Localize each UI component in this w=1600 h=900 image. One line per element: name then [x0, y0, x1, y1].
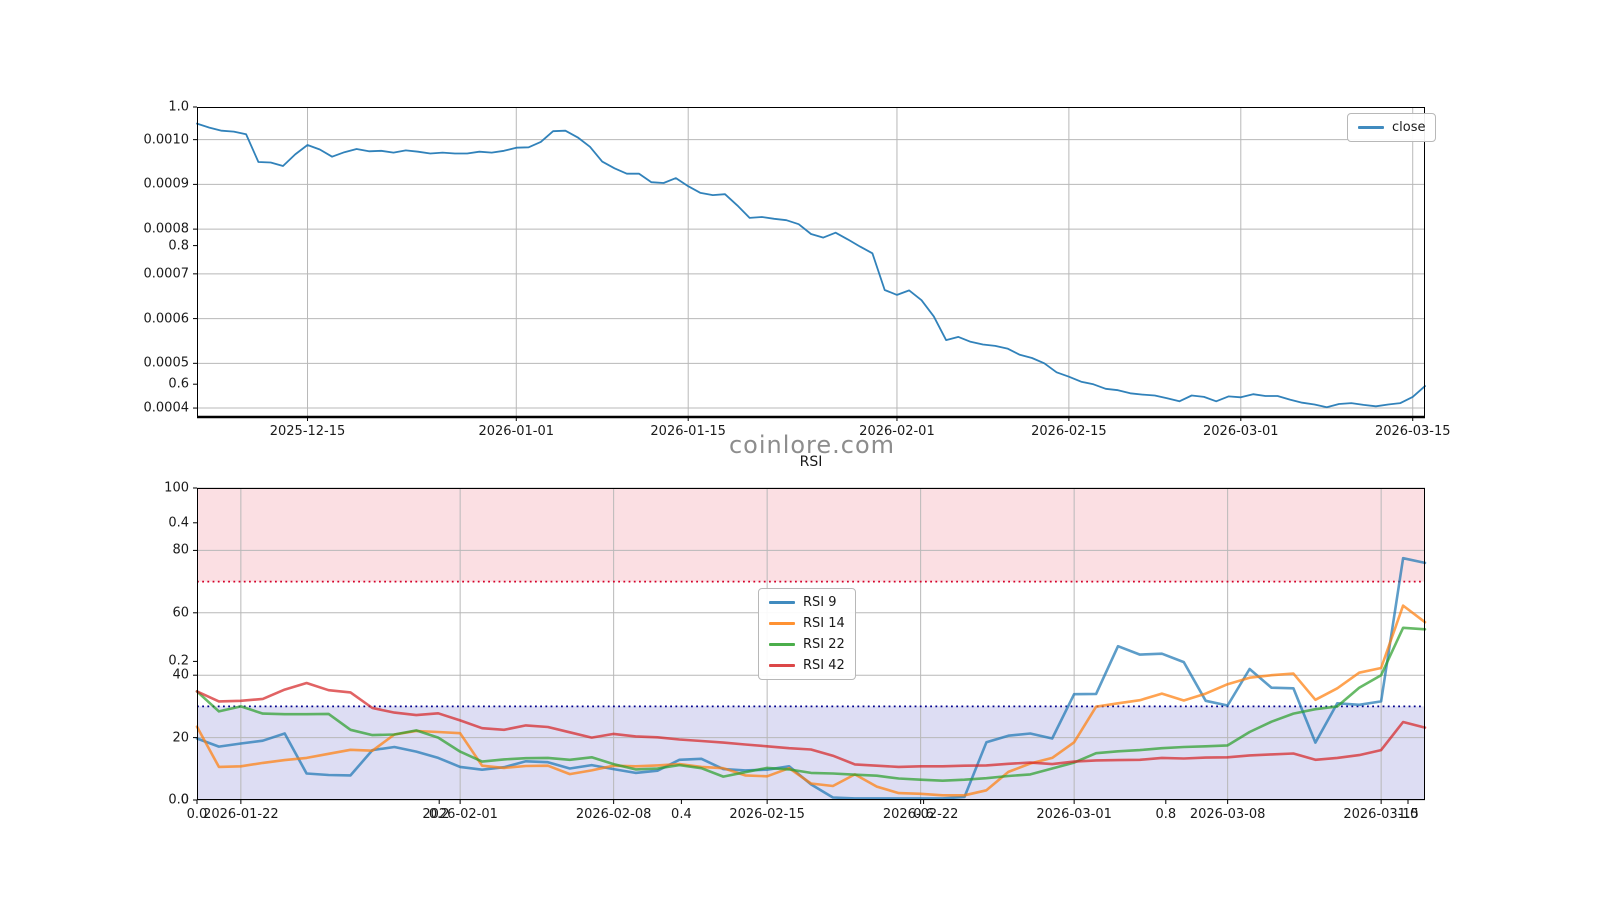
x-tick-label: 2026-03-15 — [1374, 424, 1451, 439]
y-tick-label: 40 — [172, 667, 189, 683]
close-line-swatch — [1358, 126, 1384, 129]
y-tick-label: 0.0009 — [143, 176, 190, 192]
x-tick-label: 2026-01-15 — [650, 424, 726, 439]
y-tick-label: 0.0005 — [143, 355, 190, 371]
legend-label-rsi22: RSI 22 — [803, 637, 845, 652]
legend-item-close: close — [1358, 120, 1425, 135]
overlay-x-tick-label: 0.8 — [1155, 807, 1177, 822]
y-tick-label: 0.0004 — [143, 400, 190, 416]
overlay-x-tick-label: 1.0 — [1397, 807, 1419, 822]
x-tick-label: 2026-01-22 — [203, 807, 279, 822]
x-tick-label: 2026-01-01 — [478, 424, 555, 439]
y-tick-label: 20 — [172, 730, 189, 746]
rsi9-line-swatch — [769, 601, 795, 604]
x-tick-label: 2025-12-15 — [269, 424, 346, 439]
overlay-y-tick-label: 0.2 — [168, 653, 189, 669]
rsi22-line-swatch — [769, 643, 795, 646]
x-tick-label: 2026-03-01 — [1203, 424, 1279, 439]
overlay-y-tick-label: 0.4 — [168, 515, 189, 531]
rsi42-line-swatch — [769, 664, 795, 667]
legend-item-rsi9: RSI 9 — [769, 595, 845, 610]
x-tick-label: 2026-02-08 — [575, 807, 652, 822]
legend-item-rsi22: RSI 22 — [769, 637, 845, 652]
overlay-x-tick-label: 0.2 — [428, 807, 450, 822]
overlay-x-tick-label: 0.6 — [913, 807, 934, 822]
overlay-y-tick-label: 0.6 — [168, 376, 189, 392]
price-legend: close — [1347, 113, 1437, 142]
legend-label-rsi42: RSI 42 — [803, 658, 845, 673]
overlay-y-tick-label: 0.0 — [168, 792, 189, 808]
rsi14-line-swatch — [769, 622, 795, 625]
overlay-y-tick-label: 0.8 — [168, 238, 189, 254]
legend-label-close: close — [1392, 120, 1426, 135]
overlay-x-tick-label: 0.4 — [671, 807, 692, 822]
x-tick-label: 2026-03-08 — [1189, 807, 1266, 822]
y-tick-label: 0.0010 — [143, 132, 190, 148]
x-tick-label: 2026-02-15 — [729, 807, 805, 822]
rsi-legend: RSI 9 RSI 14 RSI 22 RSI 42 — [758, 588, 856, 680]
x-tick-label: 2026-03-01 — [1036, 807, 1112, 822]
legend-item-rsi42: RSI 42 — [769, 658, 845, 673]
y-tick-label: 0.0008 — [143, 221, 190, 237]
x-tick-label: 2026-02-15 — [1031, 424, 1107, 439]
y-tick-label: 100 — [164, 480, 189, 496]
y-tick-label: 0.0006 — [143, 311, 190, 327]
y-tick-label: 80 — [172, 542, 189, 558]
legend-item-rsi14: RSI 14 — [769, 616, 845, 631]
figure-canvas: { "watermark": "coinlore.com", "colors":… — [0, 0, 1600, 900]
rsi-chart-title: RSI — [799, 454, 823, 470]
y-tick-label: 0.0007 — [143, 266, 190, 282]
overlay-y-tick-label: 1.0 — [168, 99, 189, 115]
legend-label-rsi14: RSI 14 — [803, 616, 845, 631]
legend-label-rsi9: RSI 9 — [803, 595, 837, 610]
y-tick-label: 60 — [172, 605, 189, 621]
overlay-x-tick-label: 0.0 — [186, 807, 208, 822]
